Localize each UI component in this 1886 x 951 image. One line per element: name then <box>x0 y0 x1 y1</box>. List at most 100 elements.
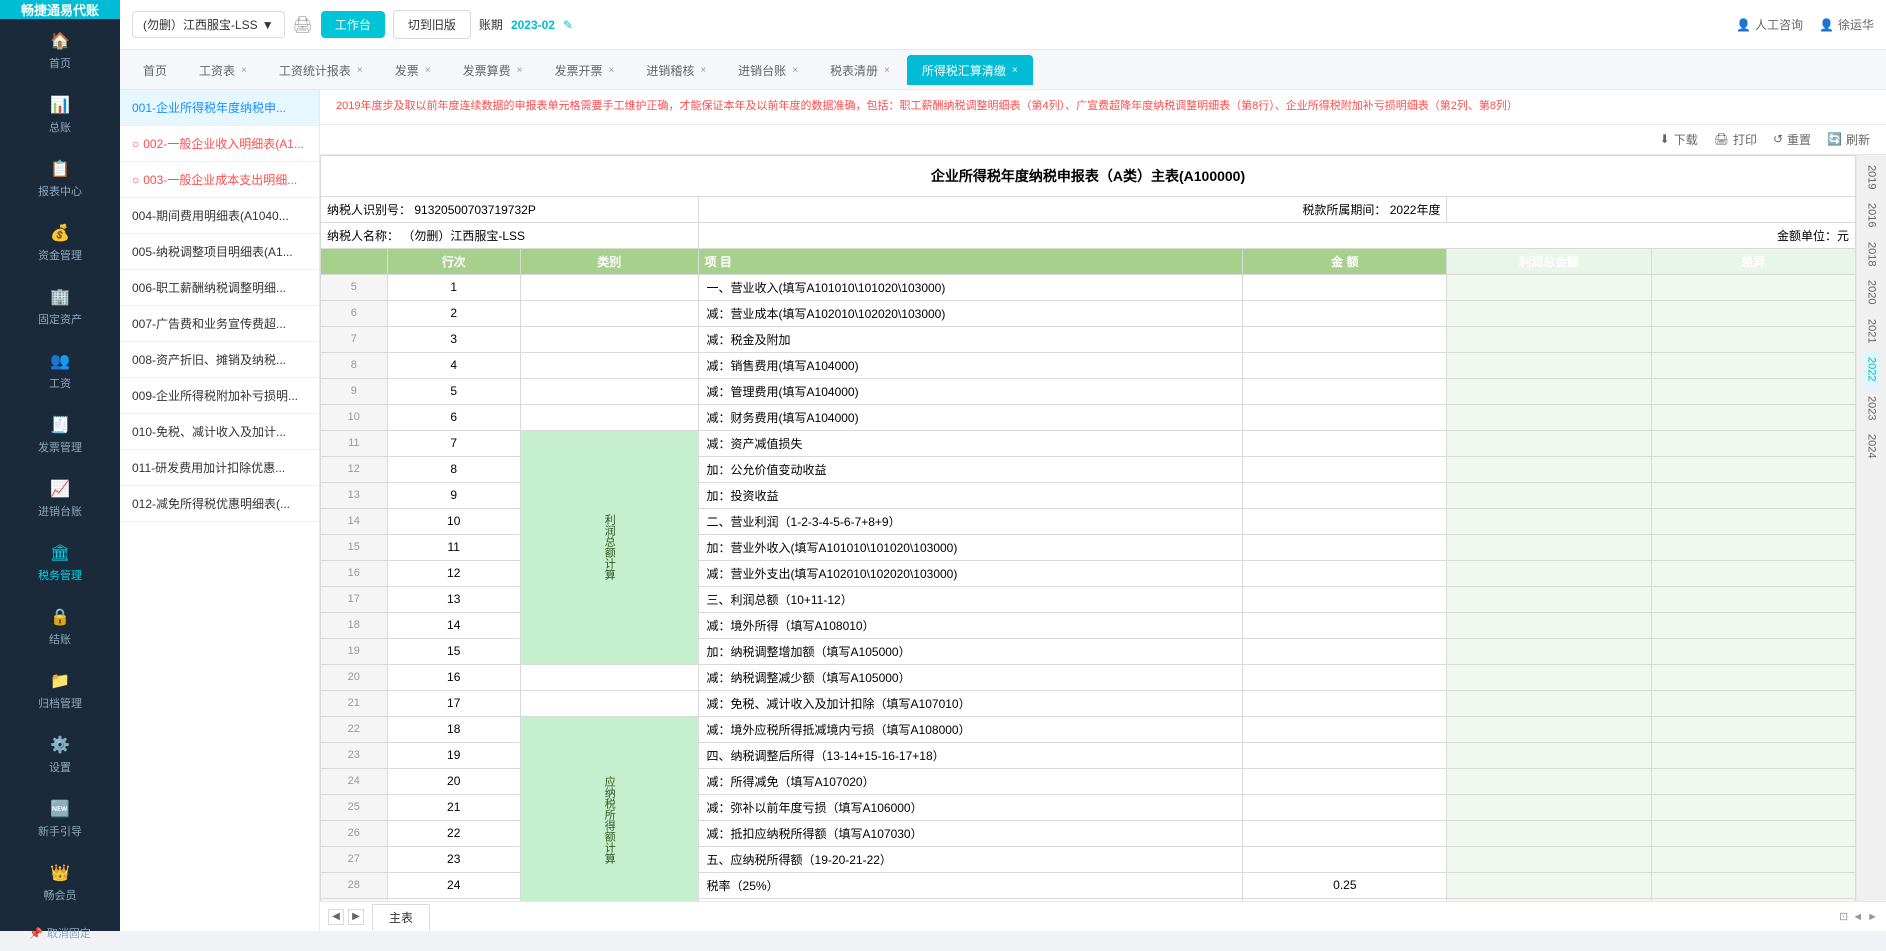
amount-cell[interactable] <box>1243 794 1447 820</box>
sidebar-item-home[interactable]: 🏠 首页 <box>0 19 120 83</box>
sidebar-item-fixed-asset[interactable]: 🏢 固定资产 <box>0 275 120 339</box>
item-cell[interactable]: 减：所得减免（填写A107020） <box>698 768 1243 794</box>
tab-purchase-check[interactable]: 进销稽核 × <box>631 55 721 85</box>
tab-tax-list[interactable]: 税表清册 × <box>815 55 905 85</box>
tab-income-tax[interactable]: 所得税汇算清缴 × <box>907 55 1033 85</box>
amount-cell[interactable] <box>1243 482 1447 508</box>
diff-cell[interactable] <box>1651 430 1855 456</box>
amount-cell[interactable] <box>1243 534 1447 560</box>
period-edit-icon[interactable]: ✎ <box>563 18 573 32</box>
profit-cell[interactable] <box>1447 716 1651 742</box>
tab-invoice-close[interactable]: × <box>425 65 431 76</box>
profit-cell[interactable] <box>1447 768 1651 794</box>
amount-cell[interactable] <box>1243 768 1447 794</box>
diff-cell[interactable] <box>1651 482 1855 508</box>
profit-cell[interactable] <box>1447 430 1651 456</box>
profit-cell[interactable] <box>1447 456 1651 482</box>
profit-cell[interactable] <box>1447 404 1651 430</box>
tab-income-tax-close[interactable]: × <box>1012 65 1018 76</box>
item-cell[interactable]: 减：营业外支出(填写A102010\102020\103000) <box>698 560 1243 586</box>
sidebar-item-sales[interactable]: 📈 进销台账 <box>0 467 120 531</box>
sidebar-item-guide[interactable]: 🆕 新手引导 <box>0 787 120 851</box>
print-btn[interactable]: 🖨 打印 <box>1714 131 1757 148</box>
profit-cell[interactable] <box>1447 508 1651 534</box>
diff-cell[interactable] <box>1651 638 1855 664</box>
item-cell[interactable]: 减：境外应税所得抵减境内亏损（填写A108000） <box>698 716 1243 742</box>
item-cell[interactable]: 减：境外所得（填写A108010） <box>698 612 1243 638</box>
left-panel-item-005[interactable]: 005-纳税调整项目明细表(A1... <box>120 234 319 270</box>
year-item-2024[interactable]: 2024 <box>1864 428 1880 464</box>
profit-cell[interactable] <box>1447 482 1651 508</box>
profit-cell[interactable] <box>1447 352 1651 378</box>
left-panel-item-003[interactable]: 003-一般企业成本支出明细... <box>120 162 319 198</box>
sidebar-item-report[interactable]: 📋 报表中心 <box>0 147 120 211</box>
amount-cell[interactable] <box>1243 352 1447 378</box>
year-item-2023[interactable]: 2023 <box>1864 390 1880 426</box>
diff-cell[interactable] <box>1651 872 1855 898</box>
profit-cell[interactable] <box>1447 274 1651 300</box>
diff-cell[interactable] <box>1651 404 1855 430</box>
diff-cell[interactable] <box>1651 300 1855 326</box>
profit-cell[interactable] <box>1447 326 1651 352</box>
left-panel-item-002[interactable]: 002-一般企业收入明细表(A1... <box>120 126 319 162</box>
tab-purchase-ledger-close[interactable]: × <box>792 65 798 76</box>
left-panel-item-008[interactable]: 008-资产折旧、摊销及纳税... <box>120 342 319 378</box>
diff-cell[interactable] <box>1651 274 1855 300</box>
amount-cell[interactable] <box>1243 456 1447 482</box>
company-selector[interactable]: (勿删）江西服宝-LSS ▼ <box>132 11 285 38</box>
item-cell[interactable]: 减：免税、减计收入及加计扣除（填写A107010） <box>698 690 1243 716</box>
profit-cell[interactable] <box>1447 534 1651 560</box>
sidebar-unpin-btn[interactable]: 📌 取消固定 <box>0 915 120 951</box>
ai-consult-btn[interactable]: 👤 人工咨询 <box>1736 16 1803 33</box>
left-panel-item-007[interactable]: 007-广告费和业务宣传费超... <box>120 306 319 342</box>
item-cell[interactable]: 加：纳税调整增加额（填写A105000） <box>698 638 1243 664</box>
tab-payroll-stat[interactable]: 工资统计报表 × <box>264 55 378 85</box>
amount-cell[interactable] <box>1243 612 1447 638</box>
left-panel-item-001[interactable]: 001-企业所得税年度纳税申... <box>120 90 319 126</box>
diff-cell[interactable] <box>1651 352 1855 378</box>
amount-cell[interactable] <box>1243 560 1447 586</box>
amount-cell[interactable] <box>1243 300 1447 326</box>
sheet-tab-main[interactable]: 主表 <box>372 904 430 930</box>
tab-purchase-check-close[interactable]: × <box>700 65 706 76</box>
profit-cell[interactable] <box>1447 378 1651 404</box>
sidebar-item-payroll[interactable]: 👥 工资 <box>0 339 120 403</box>
print-icon[interactable]: 🖨 <box>293 15 313 35</box>
diff-cell[interactable] <box>1651 664 1855 690</box>
diff-cell[interactable] <box>1651 820 1855 846</box>
sidebar-item-member[interactable]: 👑 畅会员 <box>0 851 120 915</box>
profit-cell[interactable] <box>1447 300 1651 326</box>
diff-cell[interactable] <box>1651 378 1855 404</box>
amount-cell[interactable] <box>1243 430 1447 456</box>
tab-invoice[interactable]: 发票 × <box>380 55 446 85</box>
item-cell[interactable]: 税率（25%） <box>698 872 1243 898</box>
amount-cell[interactable] <box>1243 846 1447 872</box>
reset-btn[interactable]: ↺ 重置 <box>1773 131 1811 148</box>
tab-invoice-calc[interactable]: 发票算费 × <box>448 55 538 85</box>
item-cell[interactable]: 减：资产减值损失 <box>698 430 1243 456</box>
diff-cell[interactable] <box>1651 508 1855 534</box>
amount-cell[interactable] <box>1243 742 1447 768</box>
amount-cell[interactable] <box>1243 378 1447 404</box>
diff-cell[interactable] <box>1651 456 1855 482</box>
workbench-button[interactable]: 工作台 <box>321 11 385 38</box>
item-cell[interactable]: 减：税金及附加 <box>698 326 1243 352</box>
amount-cell[interactable]: 0.25 <box>1243 872 1447 898</box>
amount-cell[interactable] <box>1243 690 1447 716</box>
item-cell[interactable]: 三、利润总额（10+11-12） <box>698 586 1243 612</box>
item-cell[interactable]: 减：管理费用(填写A104000) <box>698 378 1243 404</box>
item-cell[interactable]: 四、纳税调整后所得（13-14+15-16-17+18） <box>698 742 1243 768</box>
year-item-2020[interactable]: 2020 <box>1864 274 1880 310</box>
tab-tax-list-close[interactable]: × <box>884 65 890 76</box>
tab-payroll-stat-close[interactable]: × <box>357 65 363 76</box>
amount-cell[interactable] <box>1243 586 1447 612</box>
tab-invoice-issue-close[interactable]: × <box>608 65 614 76</box>
item-cell[interactable]: 减：财务费用(填写A104000) <box>698 404 1243 430</box>
year-item-2016[interactable]: 2016 <box>1864 197 1880 233</box>
download-btn[interactable]: ⬇ 下载 <box>1660 131 1698 148</box>
scroll-arrow-right[interactable]: ► <box>1867 911 1878 923</box>
item-cell[interactable]: 减：抵扣应纳税所得额（填写A107030） <box>698 820 1243 846</box>
diff-cell[interactable] <box>1651 690 1855 716</box>
profit-cell[interactable] <box>1447 742 1651 768</box>
refresh-btn[interactable]: 🔄 刷新 <box>1827 131 1870 148</box>
